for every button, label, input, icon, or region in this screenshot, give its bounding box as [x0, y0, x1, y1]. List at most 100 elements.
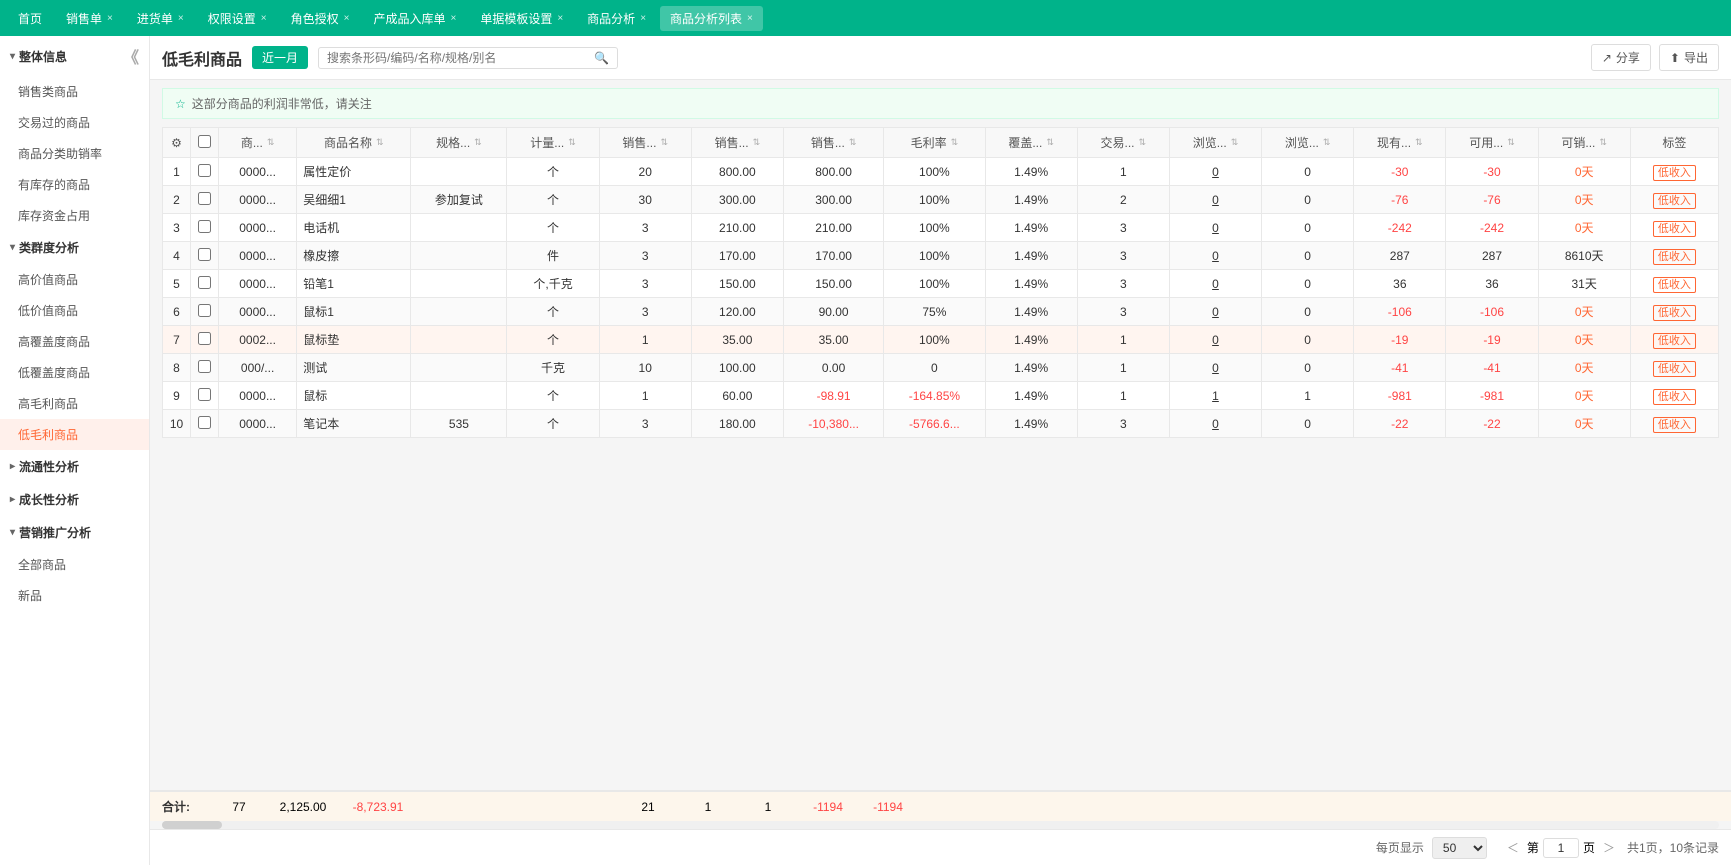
nav-permission[interactable]: 权限设置 ×: [198, 6, 277, 31]
sort-b1-icon[interactable]: ⇅: [1231, 137, 1239, 148]
date-filter-btn[interactable]: 近一月: [252, 46, 308, 69]
sidebar-item-category-rate[interactable]: 商品分类助销率: [0, 138, 149, 169]
th-settings[interactable]: ⚙: [163, 128, 191, 158]
th-checkbox[interactable]: [191, 128, 219, 158]
nav-close-product-entry[interactable]: ×: [450, 13, 456, 24]
nav-close-purchase[interactable]: ×: [178, 13, 184, 24]
sidebar-item-new-products[interactable]: 新品: [0, 580, 149, 611]
row-select-checkbox[interactable]: [198, 332, 211, 345]
sidebar-group-growth-header[interactable]: ▸ 成长性分析: [0, 483, 149, 516]
nav-home[interactable]: 首页: [8, 6, 52, 31]
page-number-input[interactable]: [1543, 838, 1579, 858]
row-select-checkbox[interactable]: [198, 304, 211, 317]
sidebar-item-capital[interactable]: 库存资金占用: [0, 200, 149, 231]
sort-av-icon[interactable]: ⇅: [1507, 137, 1515, 148]
footer-txn: 21: [618, 800, 678, 814]
row-stock: -242: [1354, 214, 1446, 242]
row-select-checkbox[interactable]: [198, 164, 211, 177]
row-checkbox[interactable]: [191, 158, 219, 186]
select-all-checkbox[interactable]: [198, 135, 211, 148]
prev-page-btn[interactable]: ＜: [1503, 837, 1523, 858]
sort-unit-icon[interactable]: ⇅: [568, 137, 576, 148]
export-button[interactable]: ⬆ 导出: [1659, 44, 1719, 71]
row-checkbox[interactable]: [191, 382, 219, 410]
sort-cov-icon[interactable]: ⇅: [1046, 137, 1054, 148]
sort-sa-icon[interactable]: ⇅: [849, 137, 857, 148]
sidebar-group-circulation-header[interactable]: ▸ 流通性分析: [0, 450, 149, 483]
sidebar-group-cluster-header[interactable]: ▾ 类群度分析: [0, 231, 149, 264]
row-browse1[interactable]: 0: [1169, 242, 1261, 270]
nav-role[interactable]: 角色授权 ×: [281, 6, 360, 31]
row-browse1[interactable]: 0: [1169, 214, 1261, 242]
sort-sp-icon[interactable]: ⇅: [753, 137, 761, 148]
row-select-checkbox[interactable]: [198, 220, 211, 233]
row-checkbox[interactable]: [191, 410, 219, 438]
row-select-checkbox[interactable]: [198, 360, 211, 373]
row-select-checkbox[interactable]: [198, 248, 211, 261]
nav-template[interactable]: 单据模板设置 ×: [470, 6, 573, 31]
nav-product-analysis[interactable]: 商品分析 ×: [577, 6, 656, 31]
row-select-checkbox[interactable]: [198, 192, 211, 205]
sort-spec-icon[interactable]: ⇅: [474, 137, 482, 148]
nav-product-analysis-list[interactable]: 商品分析列表 ×: [660, 6, 763, 31]
row-checkbox[interactable]: [191, 214, 219, 242]
row-avail: 36: [1446, 270, 1538, 298]
sort-gr-icon[interactable]: ⇅: [951, 137, 959, 148]
row-select-checkbox[interactable]: [198, 276, 211, 289]
sort-sq-icon[interactable]: ⇅: [660, 137, 668, 148]
sort-stk-icon[interactable]: ⇅: [1415, 137, 1423, 148]
nav-close-product-analysis-list[interactable]: ×: [747, 13, 753, 24]
nav-sales[interactable]: 销售单 ×: [56, 6, 123, 31]
sidebar-group-overall-header[interactable]: ▾ 整体信息 《: [0, 36, 149, 76]
row-browse1[interactable]: 0: [1169, 186, 1261, 214]
sidebar-item-traded[interactable]: 交易过的商品: [0, 107, 149, 138]
row-checkbox[interactable]: [191, 242, 219, 270]
sort-name-icon[interactable]: ⇅: [376, 137, 384, 148]
collapse-overall-icon[interactable]: 《: [123, 44, 139, 68]
row-browse1[interactable]: 0: [1169, 158, 1261, 186]
next-page-btn[interactable]: ＞: [1599, 837, 1619, 858]
page-size-select[interactable]: 50 20 100: [1432, 837, 1487, 859]
row-browse1[interactable]: 0: [1169, 354, 1261, 382]
search-input[interactable]: [327, 51, 594, 65]
nav-purchase[interactable]: 进货单 ×: [127, 6, 194, 31]
share-button[interactable]: ↗ 分享: [1591, 44, 1651, 71]
row-browse1[interactable]: 0: [1169, 270, 1261, 298]
row-select-checkbox[interactable]: [198, 416, 211, 429]
sidebar-item-low-margin[interactable]: 低毛利商品: [0, 419, 149, 450]
row-browse1[interactable]: 0: [1169, 298, 1261, 326]
row-select-checkbox[interactable]: [198, 388, 211, 401]
row-browse1[interactable]: 0: [1169, 326, 1261, 354]
sidebar-item-high-value[interactable]: 高价值商品: [0, 264, 149, 295]
settings-icon[interactable]: ⚙: [171, 136, 182, 150]
nav-close-permission[interactable]: ×: [261, 13, 267, 24]
sidebar-group-marketing-header[interactable]: ▾ 营销推广分析: [0, 516, 149, 549]
nav-close-role[interactable]: ×: [344, 13, 350, 24]
nav-close-product-analysis[interactable]: ×: [640, 13, 646, 24]
sidebar-item-all-products[interactable]: 全部商品: [0, 549, 149, 580]
row-checkbox[interactable]: [191, 298, 219, 326]
footer-sales-qty: 77: [210, 800, 268, 814]
scrollbar-thumb[interactable]: [162, 821, 222, 829]
sidebar-item-low-value[interactable]: 低价值商品: [0, 295, 149, 326]
sidebar-item-low-coverage[interactable]: 低覆盖度商品: [0, 357, 149, 388]
sort-b2-icon[interactable]: ⇅: [1323, 137, 1331, 148]
sidebar-item-high-margin[interactable]: 高毛利商品: [0, 388, 149, 419]
nav-product-entry[interactable]: 产成品入库单 ×: [363, 6, 466, 31]
nav-close-template[interactable]: ×: [557, 13, 563, 24]
row-checkbox[interactable]: [191, 326, 219, 354]
sidebar-item-high-coverage[interactable]: 高覆盖度商品: [0, 326, 149, 357]
row-checkbox[interactable]: [191, 270, 219, 298]
sort-code-icon[interactable]: ⇅: [267, 137, 275, 148]
sort-sale-icon[interactable]: ⇅: [1599, 137, 1607, 148]
row-browse1[interactable]: 1: [1169, 382, 1261, 410]
row-checkbox[interactable]: [191, 354, 219, 382]
sidebar-item-sales-products[interactable]: 销售类商品: [0, 76, 149, 107]
row-browse1[interactable]: 0: [1169, 410, 1261, 438]
sidebar-item-in-stock[interactable]: 有库存的商品: [0, 169, 149, 200]
search-icon[interactable]: 🔍: [594, 51, 609, 65]
horizontal-scrollbar[interactable]: [162, 821, 1719, 829]
sort-txn-icon[interactable]: ⇅: [1139, 137, 1147, 148]
nav-close-sales[interactable]: ×: [107, 13, 113, 24]
row-checkbox[interactable]: [191, 186, 219, 214]
